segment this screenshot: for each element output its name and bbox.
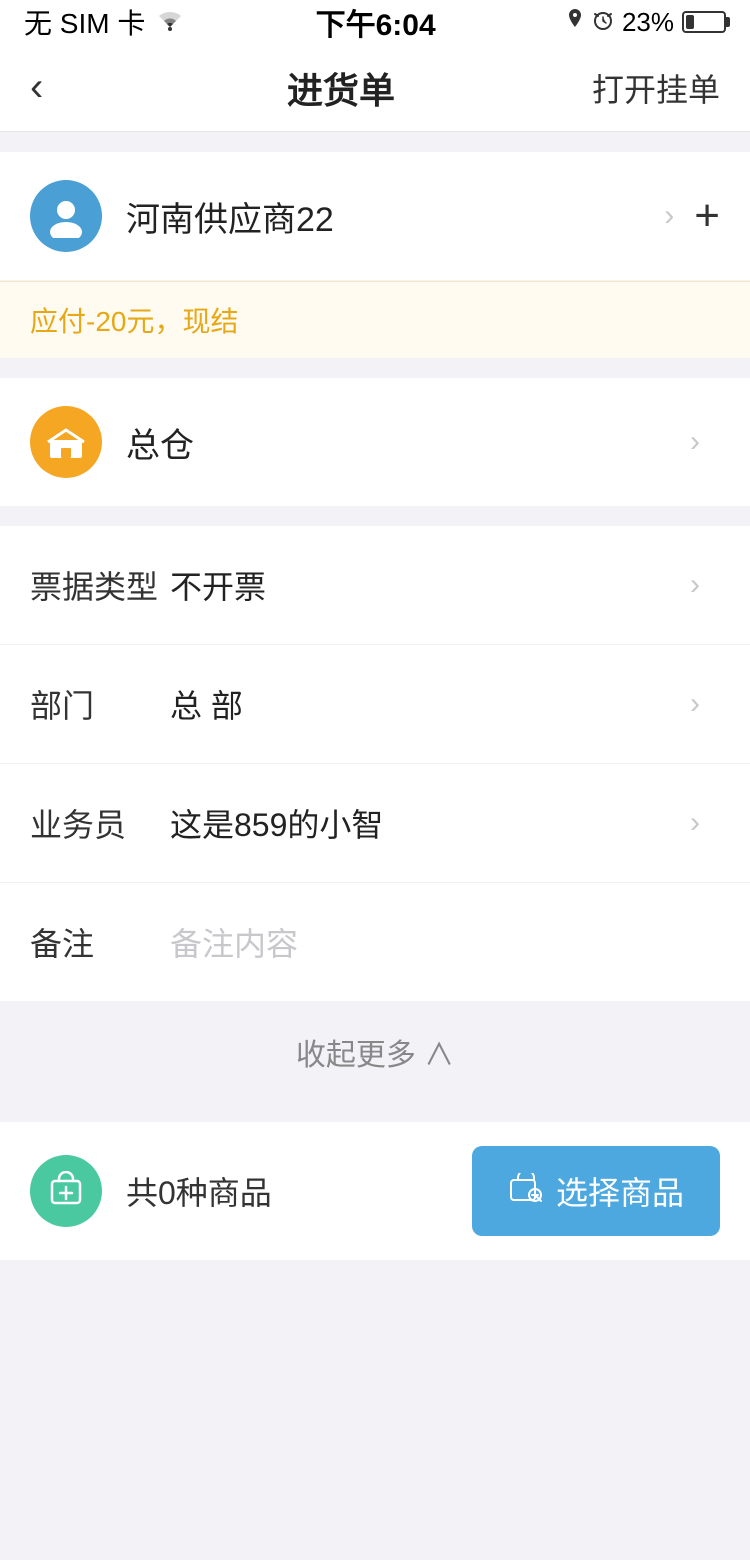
supplier-section: 河南供应商22 › + 应付-20元，现结 — [0, 152, 750, 358]
back-button[interactable]: ‹ — [30, 65, 90, 110]
sales-value: 这是859的小智 — [170, 800, 690, 846]
gap-2 — [0, 358, 750, 378]
status-time: 下午6:04 — [316, 0, 436, 44]
alarm-icon — [592, 7, 614, 38]
notice-text: 应付-20元，现结 — [30, 306, 238, 337]
collapse-button[interactable]: 收起更多 ∧ — [0, 1002, 750, 1102]
status-bar: 无 SIM 卡 下午6:04 23% — [0, 0, 750, 44]
content-fill — [0, 1260, 750, 1560]
form-section: 票据类型 不开票 › 部门 总 部 › 业务员 这是859的小智 › 备注 备注… — [0, 526, 750, 1001]
select-product-button[interactable]: 选择商品 — [472, 1146, 720, 1236]
battery-label: 23% — [622, 7, 674, 38]
location-icon — [566, 7, 584, 38]
status-left: 无 SIM 卡 — [24, 2, 185, 42]
warehouse-row[interactable]: 总仓 › — [0, 378, 750, 506]
supplier-chevron-icon: › — [664, 199, 674, 233]
remark-row[interactable]: 备注 备注内容 — [0, 883, 750, 1001]
warehouse-chevron-icon: › — [690, 425, 700, 459]
open-pending-button[interactable]: 打开挂单 — [592, 65, 720, 111]
dept-row[interactable]: 部门 总 部 › — [0, 645, 750, 764]
warehouse-section: 总仓 › — [0, 378, 750, 506]
dept-label: 部门 — [30, 681, 170, 727]
invoice-type-row[interactable]: 票据类型 不开票 › — [0, 526, 750, 645]
invoice-type-value: 不开票 — [170, 562, 690, 608]
sales-label: 业务员 — [30, 800, 170, 846]
select-product-icon — [508, 1173, 544, 1209]
supplier-avatar — [30, 180, 102, 252]
invoice-type-label: 票据类型 — [30, 562, 170, 608]
bottom-bar: 共0种商品 选择商品 — [0, 1122, 750, 1260]
page-title: 进货单 — [287, 62, 395, 114]
nav-bar: ‹ 进货单 打开挂单 — [0, 44, 750, 132]
sales-chevron-icon: › — [690, 806, 700, 840]
battery-icon — [682, 11, 726, 33]
remark-input[interactable]: 备注内容 — [170, 919, 720, 965]
carrier-label: 无 SIM 卡 — [24, 2, 145, 42]
invoice-chevron-icon: › — [690, 568, 700, 602]
wifi-icon — [155, 6, 185, 38]
remark-label: 备注 — [30, 919, 170, 965]
supplier-row[interactable]: 河南供应商22 › + — [0, 152, 750, 281]
gap-1 — [0, 132, 750, 152]
product-count-label: 共0种商品 — [126, 1168, 472, 1214]
product-icon — [30, 1155, 102, 1227]
add-button[interactable]: + — [694, 194, 720, 238]
dept-chevron-icon: › — [690, 687, 700, 721]
notice-bar: 应付-20元，现结 — [0, 281, 750, 358]
status-right: 23% — [566, 7, 726, 38]
warehouse-icon — [30, 406, 102, 478]
dept-value: 总 部 — [170, 681, 690, 727]
select-product-label: 选择商品 — [556, 1168, 684, 1214]
sales-row[interactable]: 业务员 这是859的小智 › — [0, 764, 750, 883]
warehouse-name: 总仓 — [126, 418, 690, 467]
supplier-name: 河南供应商22 — [126, 192, 664, 241]
